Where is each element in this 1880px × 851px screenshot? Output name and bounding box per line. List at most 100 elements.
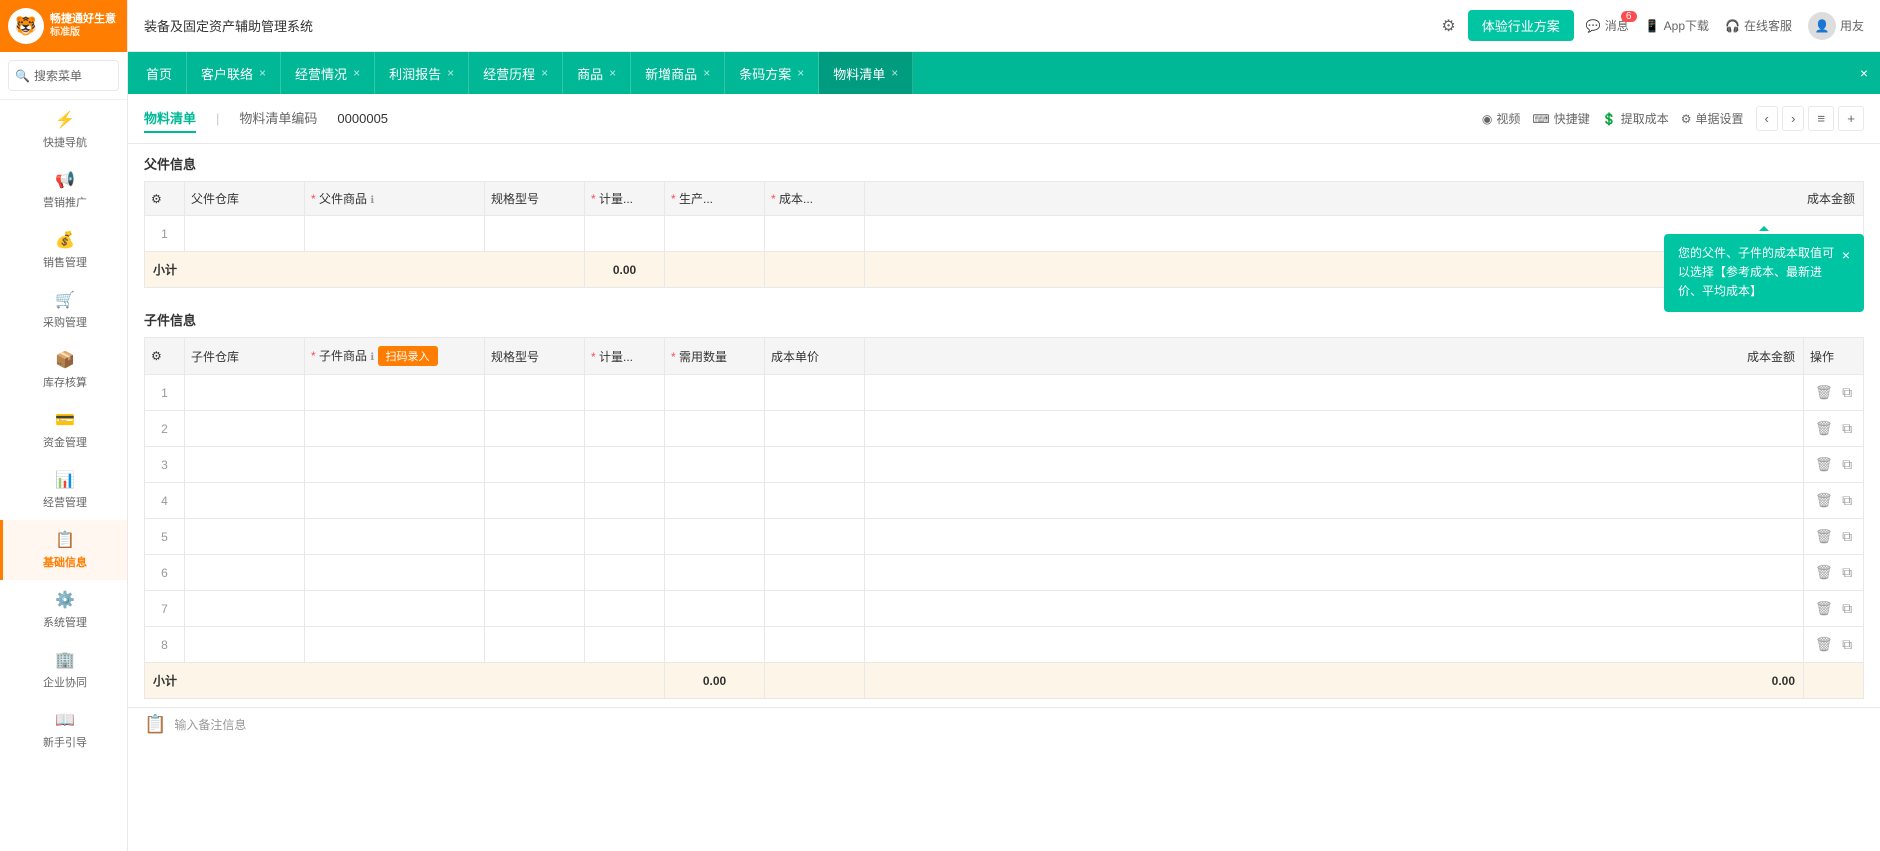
close-bom-tab[interactable]: × xyxy=(891,66,898,80)
child-row-1-warehouse[interactable] xyxy=(185,375,305,411)
child-row-6-warehouse[interactable] xyxy=(185,555,305,591)
sidebar-item-guide[interactable]: 📖 新手引导 xyxy=(0,700,127,760)
sidebar-item-purchase[interactable]: 🛒 采购管理 xyxy=(0,280,127,340)
child-row-7-product[interactable] xyxy=(305,591,485,627)
sidebar-item-finance[interactable]: 💳 资金管理 xyxy=(0,400,127,460)
online-service-btn[interactable]: 🎧 在线客服 xyxy=(1725,17,1792,34)
copy-icon-row1[interactable]: ⧉ xyxy=(1842,384,1852,400)
sidebar-item-enterprise[interactable]: 🏢 企业协同 xyxy=(0,640,127,700)
tab-home[interactable]: 首页 xyxy=(132,52,187,94)
child-row-2-qty[interactable] xyxy=(665,411,765,447)
child-row-3-spec[interactable] xyxy=(485,447,585,483)
child-product-info-icon[interactable]: ℹ xyxy=(370,352,374,363)
delete-icon-row5[interactable]: 🗑 xyxy=(1815,528,1833,544)
child-row-4-unitcost[interactable] xyxy=(765,483,865,519)
sidebar-item-quick-nav[interactable]: ⚡ 快捷导航 xyxy=(0,100,127,160)
close-operation-tab[interactable]: × xyxy=(353,66,360,80)
delete-icon-row2[interactable]: 🗑 xyxy=(1815,420,1833,436)
parent-row-1-spec[interactable] xyxy=(485,216,585,252)
tab-bom[interactable]: 物料清单 × xyxy=(819,52,913,94)
scan-btn[interactable]: 扫码录入 xyxy=(378,346,438,366)
child-row-6-cost-amt[interactable] xyxy=(865,555,1804,591)
child-row-1-unit[interactable] xyxy=(585,375,665,411)
child-row-2-unit[interactable] xyxy=(585,411,665,447)
child-row-4-warehouse[interactable] xyxy=(185,483,305,519)
child-row-3-warehouse[interactable] xyxy=(185,447,305,483)
child-row-5-unitcost[interactable] xyxy=(765,519,865,555)
sub-tab-bom-list[interactable]: 物料清单 xyxy=(144,104,196,133)
child-row-6-spec[interactable] xyxy=(485,555,585,591)
close-new-product-tab[interactable]: × xyxy=(703,66,710,80)
child-row-7-qty[interactable] xyxy=(665,591,765,627)
child-row-8-cost-amt[interactable] xyxy=(865,627,1804,663)
close-barcode-tab[interactable]: × xyxy=(797,66,804,80)
view-btn[interactable]: ◉ 视频 xyxy=(1482,110,1521,127)
tab-operation-status[interactable]: 经营情况 × xyxy=(281,52,375,94)
sidebar-item-marketing[interactable]: 📢 营销推广 xyxy=(0,160,127,220)
sidebar-item-inventory[interactable]: 📦 库存核算 xyxy=(0,340,127,400)
child-row-5-spec[interactable] xyxy=(485,519,585,555)
tooltip-close-btn[interactable]: × xyxy=(1842,244,1850,266)
parent-col-gear[interactable]: ⚙ xyxy=(145,182,185,216)
child-col-gear[interactable]: ⚙ xyxy=(145,338,185,375)
child-row-1-product[interactable] xyxy=(305,375,485,411)
parent-row-1-product[interactable] xyxy=(305,216,485,252)
child-row-8-warehouse[interactable] xyxy=(185,627,305,663)
prev-btn[interactable]: ‹ xyxy=(1756,106,1778,131)
child-row-8-spec[interactable] xyxy=(485,627,585,663)
child-row-6-product[interactable] xyxy=(305,555,485,591)
child-row-5-unit[interactable] xyxy=(585,519,665,555)
copy-icon-row5[interactable]: ⧉ xyxy=(1842,528,1852,544)
delete-icon-row7[interactable]: 🗑 xyxy=(1815,600,1833,616)
parent-row-1-cost[interactable] xyxy=(765,216,865,252)
tab-barcode[interactable]: 条码方案 × xyxy=(725,52,819,94)
tab-customer[interactable]: 客户联络 × xyxy=(187,52,281,94)
close-page-btn[interactable]: × xyxy=(1852,65,1876,81)
child-row-1-spec[interactable] xyxy=(485,375,585,411)
parent-row-1-warehouse[interactable] xyxy=(185,216,305,252)
app-download-btn[interactable]: 📱 App下载 xyxy=(1645,17,1709,34)
trial-btn[interactable]: 体验行业方案 xyxy=(1468,10,1574,41)
child-row-5-warehouse[interactable] xyxy=(185,519,305,555)
child-row-3-product[interactable] xyxy=(305,447,485,483)
delete-icon-row3[interactable]: 🗑 xyxy=(1815,456,1833,472)
add-btn[interactable]: + xyxy=(1838,106,1864,131)
settings-btn[interactable]: ⚙ 单据设置 xyxy=(1681,110,1744,127)
copy-icon-row7[interactable]: ⧉ xyxy=(1842,600,1852,616)
parent-row-1-prod[interactable] xyxy=(665,216,765,252)
sidebar-item-sales[interactable]: 💰 销售管理 xyxy=(0,220,127,280)
child-row-3-cost-amt[interactable] xyxy=(865,447,1804,483)
sidebar-item-operation[interactable]: 📊 经营管理 xyxy=(0,460,127,520)
copy-icon-row8[interactable]: ⧉ xyxy=(1842,636,1852,652)
user-btn[interactable]: 👤 用友 xyxy=(1808,12,1864,40)
shortcut-btn[interactable]: ⌨ 快捷键 xyxy=(1532,110,1589,127)
child-row-4-spec[interactable] xyxy=(485,483,585,519)
list-btn[interactable]: ≡ xyxy=(1808,106,1834,131)
child-row-4-unit[interactable] xyxy=(585,483,665,519)
child-row-2-cost-amt[interactable] xyxy=(865,411,1804,447)
child-row-8-product[interactable] xyxy=(305,627,485,663)
parent-product-info-icon[interactable]: ℹ xyxy=(370,195,374,206)
close-history-tab[interactable]: × xyxy=(541,66,548,80)
child-row-2-spec[interactable] xyxy=(485,411,585,447)
sidebar-item-system[interactable]: ⚙️ 系统管理 xyxy=(0,580,127,640)
child-row-4-cost-amt[interactable] xyxy=(865,483,1804,519)
delete-icon-row1[interactable]: 🗑 xyxy=(1815,384,1833,400)
child-row-2-unitcost[interactable] xyxy=(765,411,865,447)
child-row-7-cost-amt[interactable] xyxy=(865,591,1804,627)
tab-product[interactable]: 商品 × xyxy=(563,52,631,94)
child-row-3-unit[interactable] xyxy=(585,447,665,483)
copy-icon-row4[interactable]: ⧉ xyxy=(1842,492,1852,508)
child-row-7-unitcost[interactable] xyxy=(765,591,865,627)
child-row-8-unitcost[interactable] xyxy=(765,627,865,663)
child-row-6-unit[interactable] xyxy=(585,555,665,591)
child-row-7-warehouse[interactable] xyxy=(185,591,305,627)
child-row-6-unitcost[interactable] xyxy=(765,555,865,591)
delete-icon-row6[interactable]: 🗑 xyxy=(1815,564,1833,580)
tab-profit-report[interactable]: 利润报告 × xyxy=(375,52,469,94)
child-row-7-unit[interactable] xyxy=(585,591,665,627)
child-row-5-qty[interactable] xyxy=(665,519,765,555)
child-row-4-product[interactable] xyxy=(305,483,485,519)
child-row-6-qty[interactable] xyxy=(665,555,765,591)
child-row-4-qty[interactable] xyxy=(665,483,765,519)
